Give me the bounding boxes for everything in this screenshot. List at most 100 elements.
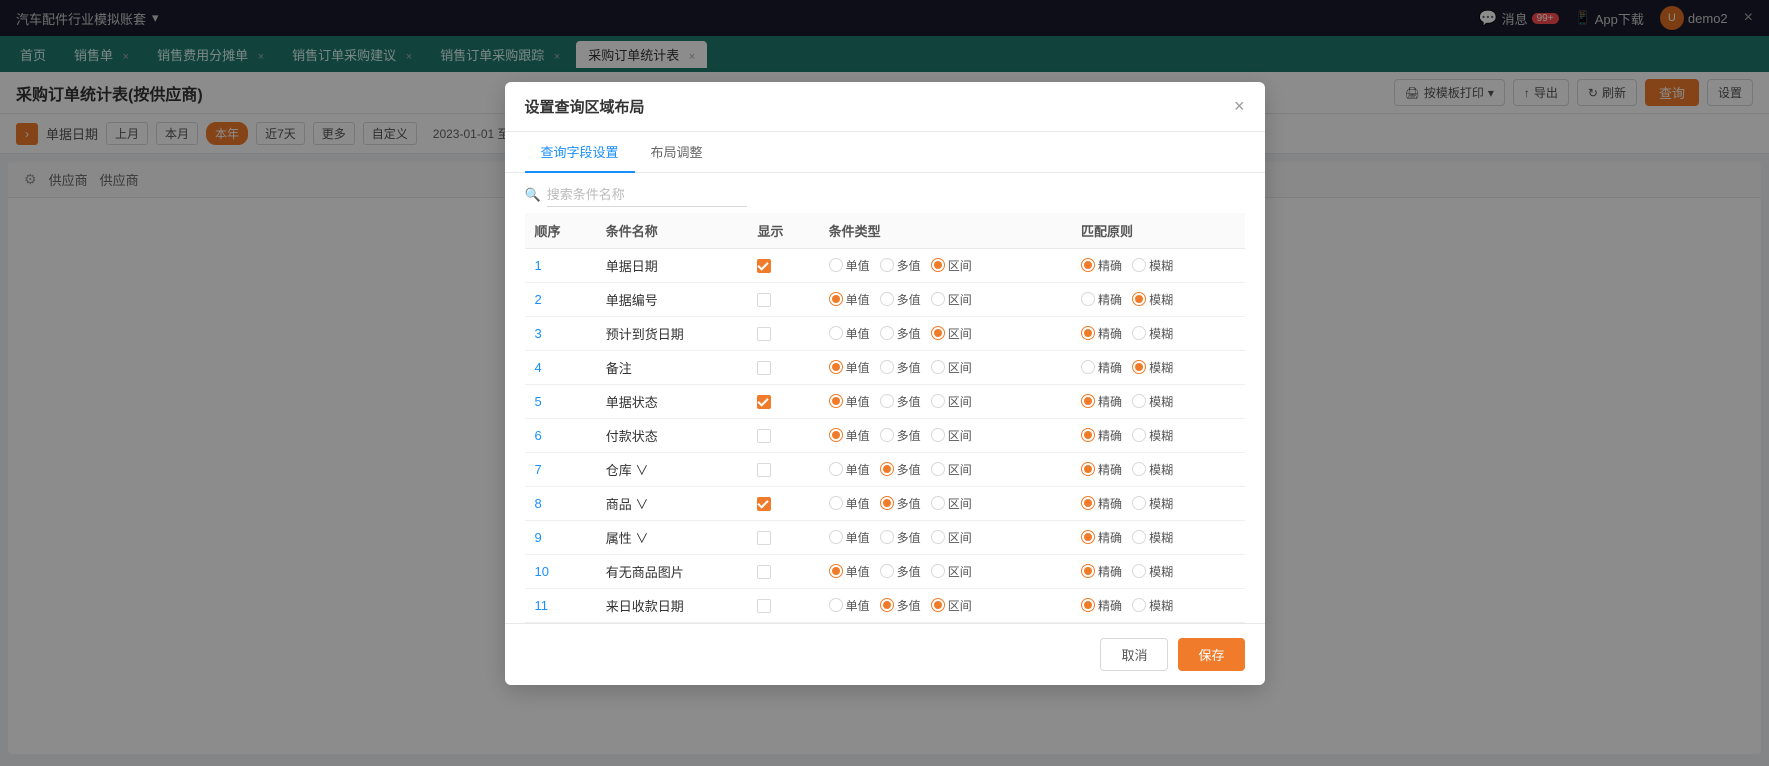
radio-exact[interactable]: 精确 — [1081, 359, 1122, 376]
radio-single[interactable]: 单值 — [829, 359, 870, 376]
table-row: 4备注 单值 多值 区间 精确 — [525, 350, 1245, 384]
radio-single[interactable]: 单值 — [829, 393, 870, 410]
radio-range[interactable]: 区间 — [931, 359, 972, 376]
radio-fuzzy[interactable]: 模糊 — [1132, 597, 1173, 614]
row-display-checkbox[interactable] — [747, 588, 818, 622]
radio-single[interactable]: 单值 — [829, 257, 870, 274]
col-order: 顺序 — [525, 213, 596, 249]
row-display-checkbox[interactable] — [747, 486, 818, 520]
radio-exact[interactable]: 精确 — [1081, 393, 1122, 410]
radio-exact[interactable]: 精确 — [1081, 325, 1122, 342]
row-display-checkbox[interactable] — [747, 520, 818, 554]
radio-single[interactable]: 单值 — [829, 291, 870, 308]
radio-exact[interactable]: 精确 — [1081, 257, 1122, 274]
radio-exact[interactable]: 精确 — [1081, 461, 1122, 478]
row-order: 9 — [525, 520, 596, 554]
radio-range[interactable]: 区间 — [931, 495, 972, 512]
modal-title: 设置查询区域布局 — [525, 96, 645, 117]
radio-range-dot — [931, 564, 945, 578]
row-display-checkbox[interactable] — [747, 452, 818, 486]
radio-fuzzy[interactable]: 模糊 — [1132, 563, 1173, 580]
row-display-checkbox[interactable] — [747, 350, 818, 384]
radio-fuzzy[interactable]: 模糊 — [1132, 461, 1173, 478]
radio-single[interactable]: 单值 — [829, 461, 870, 478]
radio-multi[interactable]: 多值 — [880, 529, 921, 546]
cancel-button[interactable]: 取消 — [1100, 638, 1168, 671]
radio-multi[interactable]: 多值 — [880, 427, 921, 444]
row-order: 1 — [525, 248, 596, 282]
row-condition-type: 单值 多值 区间 — [819, 350, 1071, 384]
modal-close-button[interactable]: × — [1234, 96, 1245, 117]
match-rule-group: 精确 模糊 — [1081, 257, 1234, 274]
display-checkbox[interactable] — [757, 259, 771, 273]
row-order: 6 — [525, 418, 596, 452]
radio-multi[interactable]: 多值 — [880, 291, 921, 308]
radio-range[interactable]: 区间 — [931, 529, 972, 546]
radio-multi[interactable]: 多值 — [880, 597, 921, 614]
search-input[interactable] — [547, 183, 747, 207]
radio-single-dot — [829, 564, 843, 578]
radio-single[interactable]: 单值 — [829, 427, 870, 444]
radio-exact[interactable]: 精确 — [1081, 529, 1122, 546]
radio-range[interactable]: 区间 — [931, 461, 972, 478]
radio-single-dot — [829, 462, 843, 476]
row-display-checkbox[interactable] — [747, 418, 818, 452]
radio-multi[interactable]: 多值 — [880, 563, 921, 580]
radio-fuzzy[interactable]: 模糊 — [1132, 359, 1173, 376]
radio-range[interactable]: 区间 — [931, 393, 972, 410]
radio-exact[interactable]: 精确 — [1081, 427, 1122, 444]
display-checkbox[interactable] — [757, 531, 771, 545]
display-checkbox[interactable] — [757, 599, 771, 613]
radio-single[interactable]: 单值 — [829, 495, 870, 512]
radio-fuzzy-dot — [1132, 326, 1146, 340]
radio-range[interactable]: 区间 — [931, 325, 972, 342]
row-display-checkbox[interactable] — [747, 282, 818, 316]
tab-layout-adjust[interactable]: 布局调整 — [635, 132, 719, 173]
display-checkbox[interactable] — [757, 565, 771, 579]
display-checkbox[interactable] — [757, 395, 771, 409]
radio-multi[interactable]: 多值 — [880, 359, 921, 376]
row-display-checkbox[interactable] — [747, 316, 818, 350]
row-display-checkbox[interactable] — [747, 384, 818, 418]
radio-multi[interactable]: 多值 — [880, 495, 921, 512]
row-condition-name: 来日收款日期 — [596, 588, 748, 622]
radio-single[interactable]: 单值 — [829, 563, 870, 580]
radio-exact[interactable]: 精确 — [1081, 597, 1122, 614]
radio-single[interactable]: 单值 — [829, 529, 870, 546]
radio-multi[interactable]: 多值 — [880, 461, 921, 478]
radio-exact[interactable]: 精确 — [1081, 291, 1122, 308]
display-checkbox[interactable] — [757, 327, 771, 341]
radio-exact-dot — [1081, 462, 1095, 476]
row-display-checkbox[interactable] — [747, 248, 818, 282]
save-button[interactable]: 保存 — [1178, 638, 1244, 671]
radio-fuzzy-dot — [1132, 462, 1146, 476]
radio-single[interactable]: 单值 — [829, 597, 870, 614]
radio-range[interactable]: 区间 — [931, 427, 972, 444]
radio-fuzzy[interactable]: 模糊 — [1132, 529, 1173, 546]
display-checkbox[interactable] — [757, 463, 771, 477]
radio-single-dot — [829, 360, 843, 374]
radio-range[interactable]: 区间 — [931, 563, 972, 580]
radio-range[interactable]: 区间 — [931, 257, 972, 274]
radio-fuzzy[interactable]: 模糊 — [1132, 291, 1173, 308]
display-checkbox[interactable] — [757, 497, 771, 511]
radio-multi[interactable]: 多值 — [880, 325, 921, 342]
radio-exact[interactable]: 精确 — [1081, 495, 1122, 512]
radio-multi[interactable]: 多值 — [880, 257, 921, 274]
display-checkbox[interactable] — [757, 429, 771, 443]
radio-fuzzy[interactable]: 模糊 — [1132, 257, 1173, 274]
display-checkbox[interactable] — [757, 293, 771, 307]
row-display-checkbox[interactable] — [747, 554, 818, 588]
radio-fuzzy-dot — [1132, 530, 1146, 544]
radio-fuzzy[interactable]: 模糊 — [1132, 393, 1173, 410]
tab-query-fields[interactable]: 查询字段设置 — [525, 132, 635, 173]
radio-fuzzy[interactable]: 模糊 — [1132, 495, 1173, 512]
radio-single[interactable]: 单值 — [829, 325, 870, 342]
radio-multi[interactable]: 多值 — [880, 393, 921, 410]
radio-range[interactable]: 区间 — [931, 597, 972, 614]
radio-fuzzy[interactable]: 模糊 — [1132, 325, 1173, 342]
radio-range[interactable]: 区间 — [931, 291, 972, 308]
radio-fuzzy[interactable]: 模糊 — [1132, 427, 1173, 444]
radio-exact[interactable]: 精确 — [1081, 563, 1122, 580]
display-checkbox[interactable] — [757, 361, 771, 375]
